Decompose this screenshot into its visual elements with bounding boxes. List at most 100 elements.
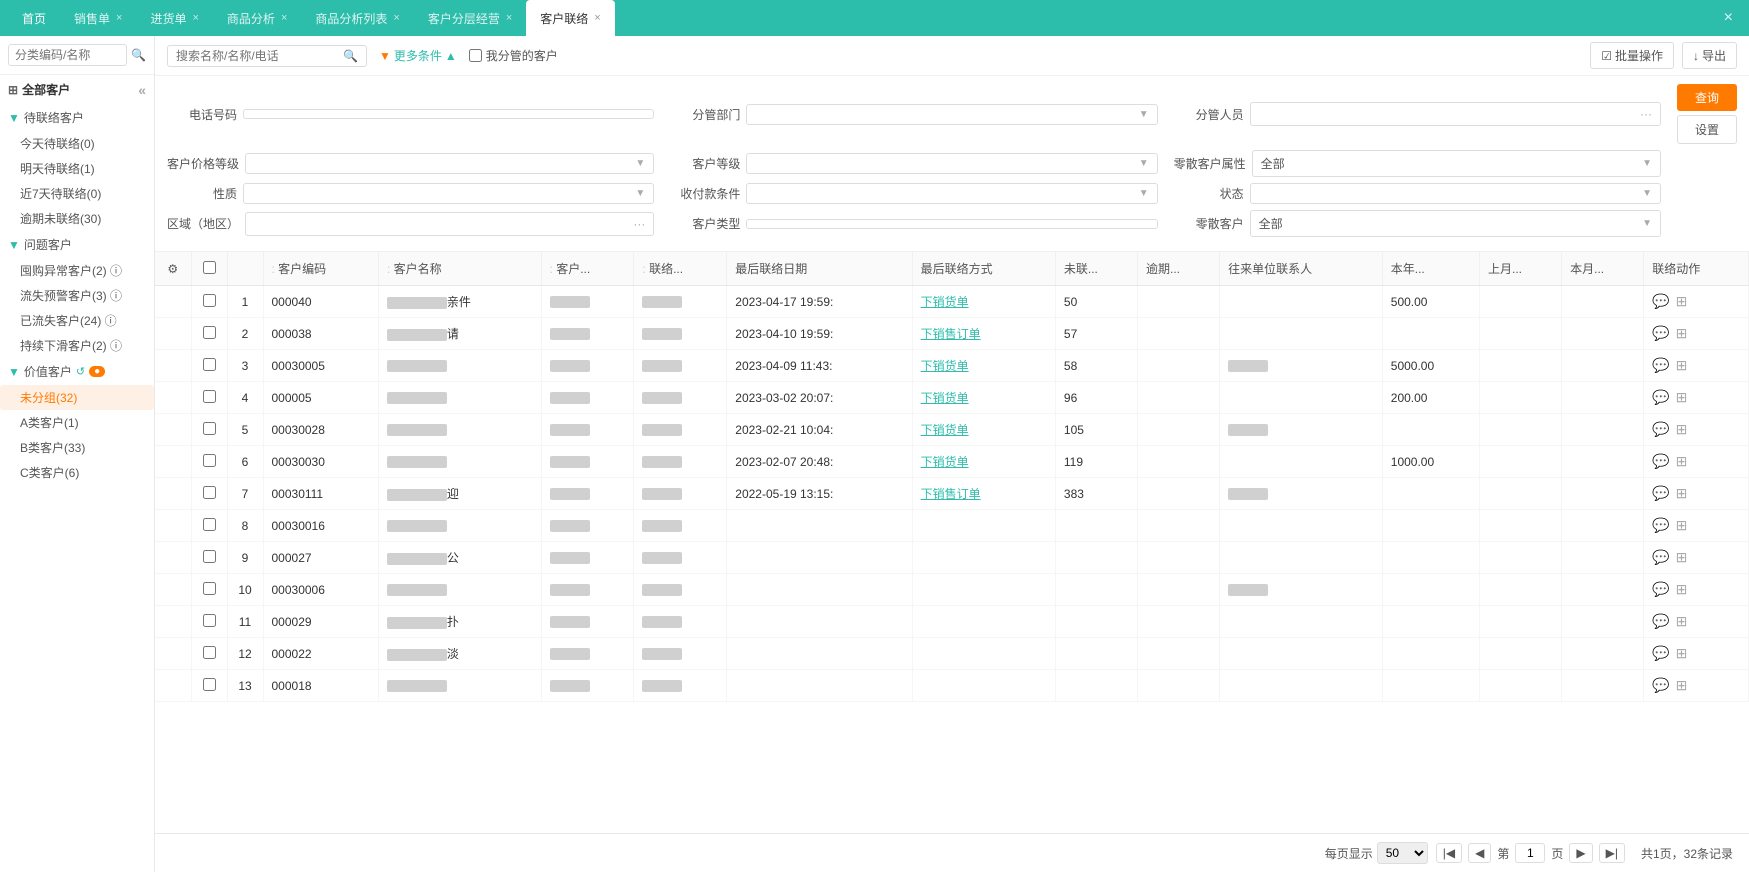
more-action-icon[interactable]: ⊞ [1676,485,1688,502]
more-action-icon[interactable]: ⊞ [1676,325,1688,342]
row-checkbox-cell[interactable] [191,542,227,574]
sidebar-group-problem-customers[interactable]: ▼ 问题客户 [0,231,154,258]
select-all-checkbox[interactable] [203,261,216,274]
tab-sales-order[interactable]: 销售单 × [60,0,136,36]
per-page-select[interactable]: 50 100 200 [1377,842,1428,864]
filter-my-customers[interactable]: 我分管的客户 [469,47,558,64]
more-action-icon[interactable]: ⊞ [1676,677,1688,694]
row-checkbox[interactable] [203,646,216,659]
filter-retail-select[interactable]: 全部▼ [1250,210,1661,237]
more-action-icon[interactable]: ⊞ [1676,645,1688,662]
row-checkbox[interactable] [203,518,216,531]
reset-button[interactable]: 设置 [1677,115,1737,144]
close-all-tabs[interactable]: × [1716,9,1741,27]
last-page-button[interactable]: ▶| [1599,843,1625,863]
export-button[interactable]: ↓ 导出 [1682,42,1737,69]
sidebar-item-7day-pending[interactable]: 近7天待联络(0) [0,181,154,206]
col-settings[interactable]: ⚙ [155,252,191,286]
contact-icon[interactable]: 💬 [1652,677,1669,694]
tab-purchase-order[interactable]: 进货单 × [136,0,212,36]
row-checkbox[interactable] [203,422,216,435]
contact-icon[interactable]: 💬 [1652,517,1669,534]
contact-icon[interactable]: 💬 [1652,613,1669,630]
sidebar-item-class-b[interactable]: B类客户(33) [0,435,154,460]
sidebar-all-customers[interactable]: ⊞ 全部客户 « [0,75,154,104]
next-page-button[interactable]: ▶ [1569,843,1592,863]
row-checkbox[interactable] [203,390,216,403]
contact-method-link[interactable]: 下销货单 [921,295,969,309]
settings-icon[interactable]: ⚙ [167,262,178,276]
sidebar-item-ungrouped[interactable]: 未分组(32) [0,385,154,410]
row-checkbox-cell[interactable] [191,478,227,510]
filter-phone-input[interactable] [243,109,654,119]
row-checkbox-cell[interactable] [191,286,227,318]
more-action-icon[interactable]: ⊞ [1676,421,1688,438]
contact-icon[interactable]: 💬 [1652,325,1669,342]
contact-icon[interactable]: 💬 [1652,549,1669,566]
batch-operation-button[interactable]: ☑ 批量操作 [1590,42,1674,69]
contact-icon[interactable]: 💬 [1652,389,1669,406]
row-checkbox[interactable] [203,582,216,595]
contact-icon[interactable]: 💬 [1652,293,1669,310]
contact-method-link[interactable]: 下销售订单 [921,327,981,341]
contact-method-link[interactable]: 下销售订单 [921,487,981,501]
contact-icon[interactable]: 💬 [1652,581,1669,598]
filter-region-select[interactable]: ··· [245,212,654,236]
tab-customer-contact[interactable]: 客户联络 × [526,0,614,36]
row-checkbox[interactable] [203,486,216,499]
row-checkbox-cell[interactable] [191,670,227,702]
more-action-icon[interactable]: ⊞ [1676,453,1688,470]
sidebar-group-pending-contact[interactable]: ▼ 待联络客户 [0,104,154,131]
sidebar-item-overdue-pending[interactable]: 逾期未联络(30) [0,206,154,231]
contact-icon[interactable]: 💬 [1652,645,1669,662]
row-checkbox-cell[interactable] [191,446,227,478]
first-page-button[interactable]: |◀ [1436,843,1462,863]
row-checkbox[interactable] [203,614,216,627]
filter-retail-attr-select[interactable]: 全部▼ [1252,150,1661,177]
more-action-icon[interactable]: ⊞ [1676,549,1688,566]
more-action-icon[interactable]: ⊞ [1676,293,1688,310]
more-action-icon[interactable]: ⊞ [1676,357,1688,374]
filter-customer-type-select[interactable] [746,219,1157,229]
sidebar-item-churned[interactable]: 已流失客户(24) ⓘ [0,308,154,333]
contact-method-link[interactable]: 下销货单 [921,391,969,405]
contact-method-link[interactable]: 下销货单 [921,423,969,437]
row-checkbox-cell[interactable] [191,414,227,446]
contact-icon[interactable]: 💬 [1652,421,1669,438]
sidebar-item-tomorrow-pending[interactable]: 明天待联络(1) [0,156,154,181]
row-checkbox-cell[interactable] [191,606,227,638]
sidebar-search-icon[interactable]: 🔍 [131,48,146,62]
col-checkbox-header[interactable] [191,252,227,286]
sidebar-collapse-btn[interactable]: « [138,82,146,98]
tab-product-analysis-close[interactable]: × [281,12,287,24]
contact-method-link[interactable]: 下销货单 [921,455,969,469]
filter-more-conditions[interactable]: ▼ 更多条件 ▲ [379,47,457,64]
filter-search-input[interactable] [176,49,343,63]
row-checkbox[interactable] [203,454,216,467]
row-checkbox[interactable] [203,550,216,563]
page-input[interactable] [1515,843,1545,863]
tab-customer-segment-close[interactable]: × [506,12,512,24]
more-action-icon[interactable]: ⊞ [1676,517,1688,534]
row-checkbox-cell[interactable] [191,510,227,542]
more-action-icon[interactable]: ⊞ [1676,613,1688,630]
contact-method-link[interactable]: 下销货单 [921,359,969,373]
sidebar-item-class-c[interactable]: C类客户(6) [0,460,154,485]
tab-sales-order-close[interactable]: × [116,12,122,24]
row-checkbox-cell[interactable] [191,318,227,350]
contact-icon[interactable]: 💬 [1652,453,1669,470]
tab-product-analysis[interactable]: 商品分析 × [213,0,301,36]
tab-product-analysis-list-close[interactable]: × [393,12,399,24]
query-button[interactable]: 查询 [1677,84,1737,111]
sidebar-group-value-customers[interactable]: ▼ 价值客户 ↺ ● [0,358,154,385]
tab-home[interactable]: 首页 [8,0,60,36]
contact-icon[interactable]: 💬 [1652,485,1669,502]
filter-payment-select[interactable]: ▼ [746,183,1157,204]
row-checkbox-cell[interactable] [191,350,227,382]
sidebar-item-today-pending[interactable]: 今天待联络(0) [0,131,154,156]
row-checkbox-cell[interactable] [191,638,227,670]
row-checkbox-cell[interactable] [191,574,227,606]
my-customers-checkbox[interactable] [469,49,482,62]
tab-purchase-order-close[interactable]: × [192,12,198,24]
more-action-icon[interactable]: ⊞ [1676,389,1688,406]
